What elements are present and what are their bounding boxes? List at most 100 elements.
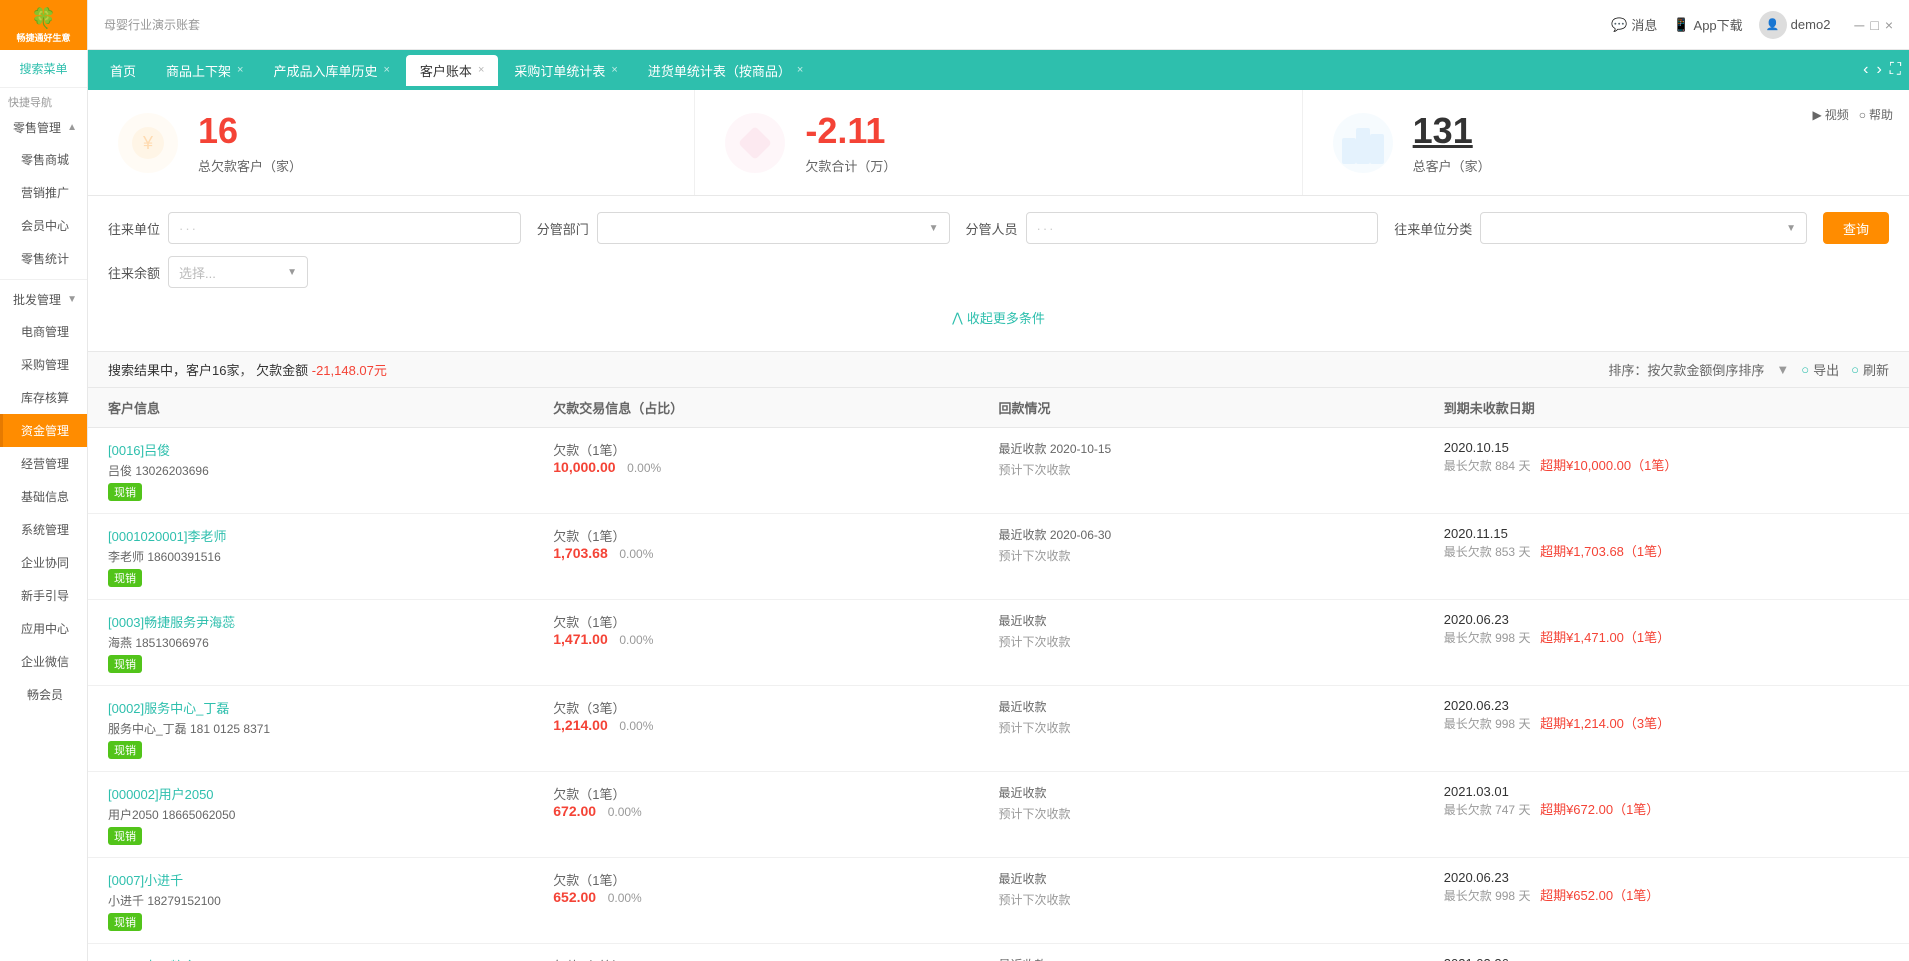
debt-amount-4[interactable]: 672.00 <box>553 803 596 819</box>
tab-prev-btn[interactable]: ‹ <box>1863 61 1868 79</box>
sidebar-item-inventory[interactable]: 库存核算 <box>0 381 87 414</box>
unit-category-input[interactable]: ▼ <box>1480 212 1807 244</box>
overdue-info-2: 2020.06.23 最长欠款 998 天 超期¥1,471.00（1笔） <box>1444 612 1889 646</box>
customer-tag-0007: 现销 <box>108 913 142 931</box>
close-btn[interactable]: × <box>1885 17 1893 33</box>
debt-amount-0016[interactable]: 10,000.00 <box>553 459 615 475</box>
customer-name-0002[interactable]: [0002]服务中心_丁磊 <box>108 698 553 717</box>
overdue-date-2: 2020.06.23 <box>1444 612 1889 627</box>
sidebar-item-system[interactable]: 系统管理 <box>0 513 87 546</box>
customer-phone-0002: 服务中心_丁磊 181 0125 8371 <box>108 720 553 737</box>
debt-info-0003: 欠款（1笔） 1,471.00 0.00% <box>553 612 998 647</box>
overdue-info-4: 2021.03.01 最长欠款 747 天 超期¥672.00（1笔） <box>1444 784 1889 818</box>
chevron-down-icon[interactable]: ▼ <box>1776 362 1789 377</box>
debt-count-6: 欠款（1笔） <box>553 956 998 961</box>
svg-text:¥: ¥ <box>142 133 154 153</box>
maximize-btn[interactable]: □ <box>1870 17 1878 33</box>
tab-close-purchase[interactable]: × <box>611 64 617 76</box>
customer-name-0003[interactable]: [0003]畅捷服务尹海蕊 <box>108 612 553 631</box>
customer-tag-00010200001: 现销 <box>108 569 142 587</box>
sidebar-item-retail-mgmt[interactable]: 零售管理 ▲ <box>0 112 87 143</box>
debt-percent-5: 0.00% <box>608 891 642 905</box>
tab-close-production[interactable]: × <box>383 64 389 76</box>
balance-input[interactable]: 选择... ▼ <box>168 256 308 288</box>
overdue-date-4: 2021.03.01 <box>1444 784 1889 799</box>
help-btn[interactable]: ○ 帮助 <box>1859 106 1893 123</box>
tab-production[interactable]: 产成品入库单历史 × <box>259 55 403 86</box>
sidebar-item-member[interactable]: 会员中心 <box>0 209 87 242</box>
sidebar-item-retail-mall[interactable]: 零售商城 <box>0 143 87 176</box>
debt-amount-1[interactable]: 1,703.68 <box>553 545 608 561</box>
last-payment-2: 最近收款 <box>999 612 1444 629</box>
debt-info-0002: 欠款（3笔） 1,214.00 0.00% <box>553 698 998 733</box>
sidebar-item-operations[interactable]: 经营管理 <box>0 447 87 480</box>
tab-fullscreen-btn[interactable]: ⛶ <box>1890 61 1901 79</box>
sidebar-item-batch-mgmt[interactable]: 批发管理 ▼ <box>0 284 87 315</box>
sidebar-item-member-plan[interactable]: 畅会员 <box>0 678 87 711</box>
source-unit-input[interactable]: ··· <box>168 212 521 244</box>
tab-purchase-order[interactable]: 采购订单统计表 × <box>500 55 631 86</box>
overdue-link-2[interactable]: 超期¥1,471.00（1笔） <box>1540 630 1670 645</box>
debt-amount-5[interactable]: 652.00 <box>553 889 596 905</box>
stat-total-customers: 131 总客户（家） ▶ 视频 ○ 帮助 <box>1303 90 1909 195</box>
search-menu[interactable]: 搜索菜单 <box>8 56 79 81</box>
help-icon: ○ <box>1859 108 1866 122</box>
collapse-button[interactable]: ⋀ 收起更多条件 <box>108 300 1889 335</box>
stat-card-actions: ▶ 视频 ○ 帮助 <box>1812 106 1893 123</box>
tab-customer-account[interactable]: 客户账本 × <box>406 55 498 86</box>
tab-home[interactable]: 首页 <box>96 55 150 86</box>
total-customers-label: 总客户（家） <box>1413 156 1491 175</box>
customer-info-0006: [0006]去下粮仓 陈小希 现销 <box>108 956 553 961</box>
overdue-link-3[interactable]: 超期¥1,214.00（3笔） <box>1540 716 1670 731</box>
overdue-link-4[interactable]: 超期¥672.00（1笔） <box>1540 802 1659 817</box>
customer-name-0016[interactable]: [0016]吕俊 <box>108 440 553 459</box>
overdue-days-2: 最长欠款 998 天 <box>1444 631 1531 645</box>
tab-close-goods[interactable]: × <box>237 64 243 76</box>
overdue-link-1[interactable]: 超期¥1,703.68（1笔） <box>1540 544 1670 559</box>
export-btn[interactable]: ○ 导出 <box>1801 360 1839 379</box>
next-payment-2: 预计下次收款 <box>999 633 1444 650</box>
sidebar-item-ecommerce[interactable]: 电商管理 <box>0 315 87 348</box>
overdue-link-0016[interactable]: 超期¥10,000.00（1笔） <box>1540 458 1677 473</box>
sidebar-item-purchase[interactable]: 采购管理 <box>0 348 87 381</box>
customer-phone-00010200001: 李老师 18600391516 <box>108 548 553 565</box>
debt-percent-4: 0.00% <box>608 805 642 819</box>
customer-name-000002[interactable]: [000002]用户2050 <box>108 784 553 803</box>
sidebar-item-basic-info[interactable]: 基础信息 <box>0 480 87 513</box>
customer-name-0007[interactable]: [0007]小进千 <box>108 870 553 889</box>
overdue-date-3: 2020.06.23 <box>1444 698 1889 713</box>
debt-amount-3[interactable]: 1,214.00 <box>553 717 608 733</box>
customer-name-00010200001[interactable]: [0001020001]李老师 <box>108 526 553 545</box>
video-btn[interactable]: ▶ 视频 <box>1812 106 1848 123</box>
sidebar-item-finance[interactable]: 资金管理 <box>0 414 87 447</box>
user-avatar[interactable]: 👤 demo2 <box>1759 11 1831 39</box>
tab-next-btn[interactable]: › <box>1876 61 1881 79</box>
query-button[interactable]: 查询 <box>1823 212 1889 244</box>
last-payment-4: 最近收款 <box>999 784 1444 801</box>
tab-close-customer[interactable]: × <box>478 64 484 76</box>
debt-percent-3: 0.00% <box>619 719 653 733</box>
sidebar-item-app-center[interactable]: 应用中心 <box>0 612 87 645</box>
sidebar-item-retail-stats[interactable]: 零售统计 <box>0 242 87 275</box>
video-icon: ▶ <box>1812 108 1821 122</box>
payment-info-0016: 最近收款 2020-10-15 预计下次收款 <box>999 440 1444 478</box>
sidebar-item-label: 应用中心 <box>21 620 69 637</box>
tab-goods[interactable]: 商品上下架 × <box>152 55 257 86</box>
manager-input[interactable]: ··· <box>1026 212 1379 244</box>
tab-close-inbound[interactable]: × <box>797 64 803 76</box>
sidebar-item-enterprise-wechat[interactable]: 企业微信 <box>0 645 87 678</box>
overdue-link-5[interactable]: 超期¥652.00（1笔） <box>1540 888 1659 903</box>
app-download-btn[interactable]: 📱 App下载 <box>1673 15 1742 34</box>
department-input[interactable]: ▼ <box>597 212 950 244</box>
sidebar-item-new-guide[interactable]: 新手引导 <box>0 579 87 612</box>
minimize-btn[interactable]: ─ <box>1854 17 1864 33</box>
sidebar-item-enterprise[interactable]: 企业协同 <box>0 546 87 579</box>
sidebar-item-label: 基础信息 <box>21 488 69 505</box>
debt-amount-2[interactable]: 1,471.00 <box>553 631 608 647</box>
message-btn[interactable]: 💬 消息 <box>1611 15 1657 34</box>
tab-inbound-stats[interactable]: 进货单统计表（按商品） × <box>634 55 817 86</box>
chevron-down-icon: ▼ <box>1786 223 1796 234</box>
customer-name-0006[interactable]: [0006]去下粮仓 <box>108 956 553 961</box>
sidebar-item-marketing[interactable]: 营销推广 <box>0 176 87 209</box>
refresh-btn[interactable]: ○ 刷新 <box>1851 360 1889 379</box>
